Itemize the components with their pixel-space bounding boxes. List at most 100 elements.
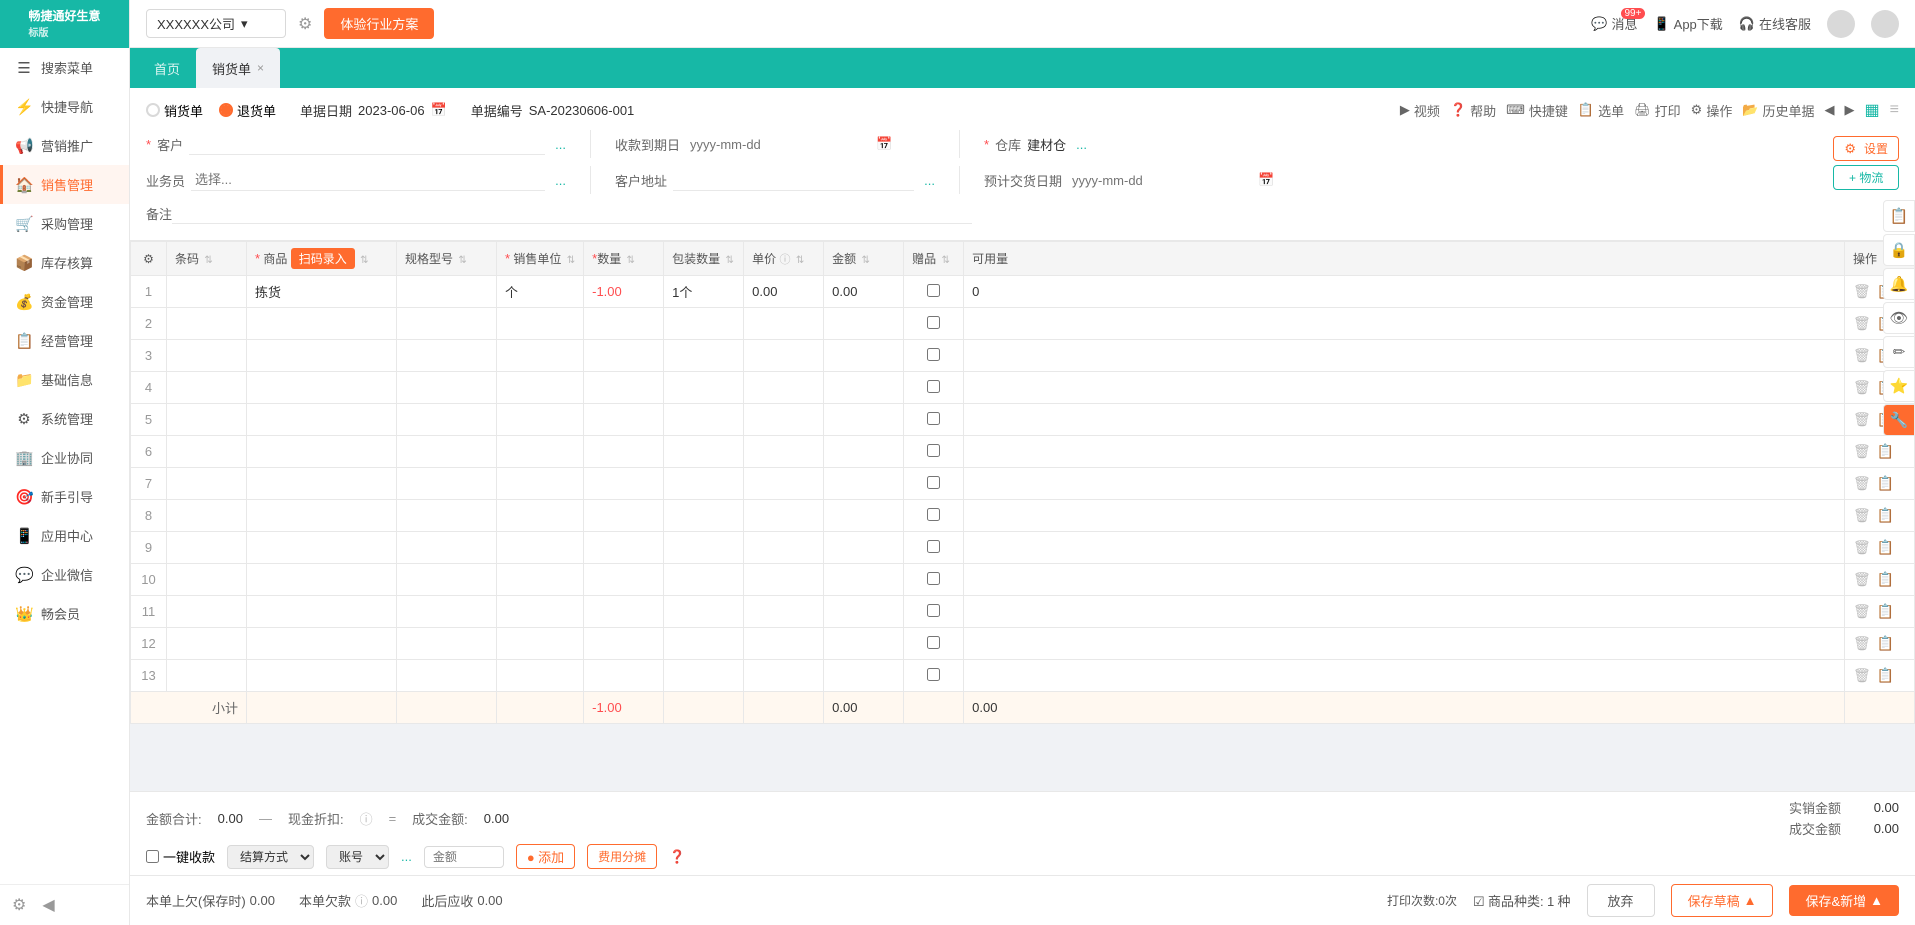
add-button[interactable]: ● 添加 <box>516 844 575 869</box>
list-view-icon[interactable]: ≡ <box>1890 101 1899 119</box>
row-qty[interactable] <box>584 628 664 660</box>
row-gift[interactable] <box>904 500 964 532</box>
row-qty[interactable] <box>584 468 664 500</box>
account-dots-icon[interactable]: ... <box>401 849 412 864</box>
row-barcode[interactable] <box>167 628 247 660</box>
sidebar-item-sys-mgmt[interactable]: ⚙系统管理 <box>0 399 129 438</box>
row-unit[interactable] <box>497 404 584 436</box>
row-price[interactable] <box>744 596 824 628</box>
row-copy-icon[interactable]: 📋 <box>1877 667 1894 684</box>
row-gift-checkbox[interactable] <box>927 508 940 521</box>
row-barcode[interactable] <box>167 596 247 628</box>
row-gift[interactable] <box>904 308 964 340</box>
row-gift[interactable] <box>904 596 964 628</box>
row-unit[interactable] <box>497 596 584 628</box>
help-circle-icon[interactable]: ⓘ <box>360 809 373 828</box>
sidebar-item-quick-nav[interactable]: ⚡快捷导航 <box>0 87 129 126</box>
addr-more-icon[interactable]: ... <box>924 173 935 188</box>
sidebar-logo[interactable]: 畅捷通好生意 标版 <box>0 0 129 48</box>
sidebar-item-purchase-mgmt[interactable]: 🛒采购管理 <box>0 204 129 243</box>
row-qty[interactable] <box>584 532 664 564</box>
row-qty[interactable] <box>584 596 664 628</box>
row-barcode[interactable] <box>167 532 247 564</box>
customer-addr-input[interactable] <box>673 169 914 191</box>
row-pkg-qty[interactable] <box>664 404 744 436</box>
row-pkg-qty[interactable] <box>664 308 744 340</box>
row-gift[interactable] <box>904 436 964 468</box>
row-copy-icon[interactable]: 📋 <box>1877 635 1894 652</box>
row-qty[interactable] <box>584 308 664 340</box>
row-spec[interactable] <box>397 468 497 500</box>
row-delete-icon[interactable]: 🗑 <box>1853 539 1871 556</box>
help-action[interactable]: ❓ 帮助 <box>1450 101 1496 120</box>
row-amount[interactable] <box>824 340 904 372</box>
row-price[interactable] <box>744 308 824 340</box>
row-gift-checkbox[interactable] <box>927 540 940 553</box>
sidebar-item-wechat[interactable]: 💬企业微信 <box>0 555 129 594</box>
rfloat-edit[interactable]: ✏ <box>1883 336 1915 368</box>
row-delete-icon[interactable]: 🗑 <box>1853 315 1871 332</box>
salesperson-input[interactable] <box>191 169 545 191</box>
row-amount[interactable] <box>824 628 904 660</box>
row-pkg-qty[interactable] <box>664 596 744 628</box>
row-spec[interactable] <box>397 308 497 340</box>
row-unit[interactable] <box>497 340 584 372</box>
row-delete-icon[interactable]: 🗑 <box>1853 507 1871 524</box>
row-barcode[interactable] <box>167 276 247 308</box>
row-qty[interactable] <box>584 372 664 404</box>
trial-button[interactable]: 体验行业方案 <box>324 8 434 39</box>
row-gift-checkbox[interactable] <box>927 412 940 425</box>
row-spec[interactable] <box>397 532 497 564</box>
operate-action[interactable]: ⚙ 操作 <box>1691 101 1733 120</box>
message-item[interactable]: 💬 消息 99+ <box>1591 14 1637 33</box>
user-avatar2[interactable] <box>1871 10 1899 38</box>
row-product[interactable] <box>247 404 397 436</box>
row-delete-icon[interactable]: 🗑 <box>1853 571 1871 588</box>
row-product[interactable] <box>247 340 397 372</box>
row-price[interactable] <box>744 628 824 660</box>
row-pkg-qty[interactable] <box>664 468 744 500</box>
row-amount[interactable] <box>824 660 904 692</box>
row-qty[interactable] <box>584 564 664 596</box>
row-barcode[interactable] <box>167 372 247 404</box>
row-price[interactable] <box>744 340 824 372</box>
settings-button[interactable]: ⚙ 设置 <box>1833 136 1899 161</box>
row-gift[interactable] <box>904 340 964 372</box>
rfloat-tool[interactable]: 🔧 <box>1883 404 1915 436</box>
payment-method-select[interactable]: 结算方式 <box>227 845 314 869</box>
row-gift-checkbox[interactable] <box>927 636 940 649</box>
row-product[interactable] <box>247 564 397 596</box>
row-delete-icon[interactable]: 🗑 <box>1853 379 1871 396</box>
expected-cal-icon[interactable]: 📅 <box>1258 172 1274 188</box>
customer-more-icon[interactable]: ... <box>555 137 566 152</box>
select-action[interactable]: 📋 选单 <box>1578 101 1624 120</box>
row-unit[interactable] <box>497 500 584 532</box>
receipt-cal-icon[interactable]: 📅 <box>876 136 892 152</box>
rfloat-lock[interactable]: 🔒 <box>1883 234 1915 266</box>
row-gift[interactable] <box>904 372 964 404</box>
row-gift[interactable] <box>904 468 964 500</box>
sidebar-item-member[interactable]: 👑畅会员 <box>0 594 129 633</box>
row-unit[interactable]: 个 <box>497 276 584 308</box>
one-click-pay-input[interactable] <box>146 850 159 863</box>
row-product[interactable] <box>247 532 397 564</box>
row-pkg-qty[interactable] <box>664 340 744 372</box>
salesperson-more-icon[interactable]: ... <box>555 173 566 188</box>
row-spec[interactable] <box>397 500 497 532</box>
row-gift[interactable] <box>904 564 964 596</box>
row-spec[interactable] <box>397 596 497 628</box>
row-qty[interactable] <box>584 660 664 692</box>
row-amount[interactable] <box>824 596 904 628</box>
row-spec[interactable] <box>397 340 497 372</box>
row-price[interactable] <box>744 532 824 564</box>
service-item[interactable]: 🎧 在线客服 <box>1739 14 1811 33</box>
user-avatar[interactable] <box>1827 10 1855 38</box>
row-product[interactable] <box>247 628 397 660</box>
row-spec[interactable] <box>397 660 497 692</box>
row-barcode[interactable] <box>167 308 247 340</box>
row-pkg-qty[interactable] <box>664 372 744 404</box>
row-barcode[interactable] <box>167 404 247 436</box>
remark-input[interactable] <box>172 202 972 224</box>
settings-gear-icon[interactable]: ⚙ <box>298 14 312 34</box>
sidebar-collapse-icon[interactable]: ◀ <box>42 895 54 915</box>
